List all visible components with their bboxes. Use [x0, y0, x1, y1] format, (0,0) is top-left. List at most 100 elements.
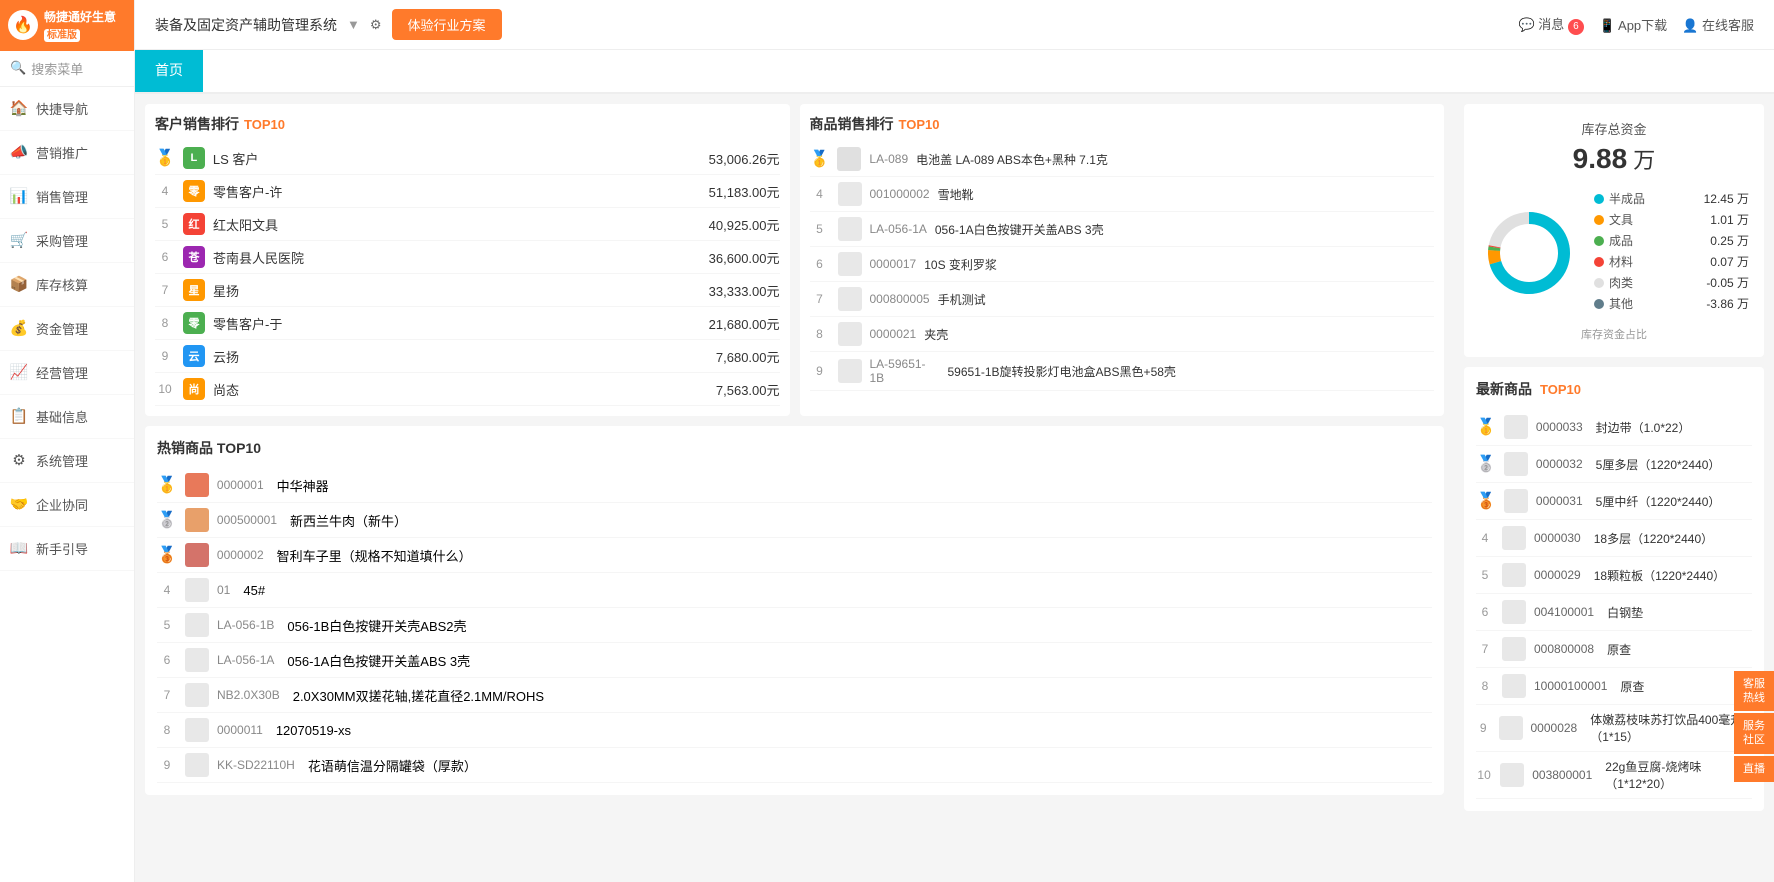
- rank-num: 6: [1476, 605, 1494, 619]
- legend-label: 其他: [1609, 295, 1701, 312]
- online-service-action[interactable]: 👤 在线客服: [1682, 15, 1754, 34]
- app-download-action[interactable]: 📱 App下载: [1599, 15, 1667, 34]
- rank-num: 10: [155, 382, 175, 396]
- sidebar-item-marketing[interactable]: 📣 营销推广: [0, 131, 134, 175]
- product-code: 000500001: [217, 513, 277, 527]
- legend-label: 成品: [1609, 232, 1705, 249]
- float-service: 客服热线 服务社区 直播: [1734, 671, 1774, 782]
- medal-icon: 🥇: [1476, 417, 1496, 437]
- customer-name: 零售客户-于: [213, 314, 701, 333]
- product-thumb: [1500, 763, 1524, 787]
- legend-item: 其他 -3.86 万: [1594, 295, 1749, 312]
- trial-button[interactable]: 体验行业方案: [392, 9, 502, 40]
- list-item: 9 0000028 体嫩荔枝味苏打饮品400毫升（1*15）: [1476, 705, 1752, 752]
- sidebar-item-finance[interactable]: 💰 资金管理: [0, 307, 134, 351]
- sidebar-item-cooperation[interactable]: 🤝 企业协同: [0, 483, 134, 527]
- legend-item: 材料 0.07 万: [1594, 253, 1749, 270]
- float-service-live[interactable]: 直播: [1734, 756, 1774, 782]
- product-thumb: [1504, 415, 1528, 439]
- product-name: 22g鱼豆腐-烧烤味（1*12*20）: [1605, 758, 1752, 792]
- list-item: 6 LA-056-1A 056-1A白色按键开关盖ABS 3壳: [157, 643, 1432, 678]
- product-name: 056-1B白色按键开关壳ABS2壳: [287, 616, 466, 635]
- product-thumb: [185, 613, 209, 637]
- chevron-down-icon[interactable]: ▼: [347, 17, 360, 32]
- sidebar-item-system[interactable]: ⚙ 系统管理: [0, 439, 134, 483]
- legend-label: 肉类: [1609, 274, 1701, 291]
- product-code: 001000002: [870, 187, 930, 201]
- products-ranking-title-text: 商品销售排行: [810, 114, 894, 134]
- list-item: 8 0000011 12070519-xs: [157, 713, 1432, 748]
- list-item: 7 000800008 原查: [1476, 631, 1752, 668]
- app-name: 畅捷通好生意: [44, 10, 126, 26]
- customer-badge: 零: [183, 180, 205, 202]
- table-row: 4 001000002 雪地靴: [810, 177, 1435, 212]
- inventory-chart-container: 半成品 12.45 万 文具 1.01 万 成品 0.25 万: [1479, 190, 1749, 316]
- customer-name: 零售客户-许: [213, 182, 701, 201]
- right-panel: 库存总资金 9.88 万: [1454, 94, 1774, 882]
- product-thumb: [1502, 563, 1526, 587]
- app-version: 标准版: [44, 29, 80, 42]
- sidebar-item-label: 资金管理: [36, 319, 88, 338]
- product-name: 手机测试: [938, 291, 1434, 308]
- tab-home[interactable]: 首页: [135, 50, 203, 92]
- sidebar-item-label: 系统管理: [36, 451, 88, 470]
- products-ranking-list: 🥇 LA-089 电池盖 LA-089 ABS本色+黑种 7.1克 4 0010…: [810, 142, 1435, 391]
- list-item: 🥇 0000001 中华神器: [157, 468, 1432, 503]
- customer-name: 红太阳文具: [213, 215, 701, 234]
- sidebar-item-base-info[interactable]: 📋 基础信息: [0, 395, 134, 439]
- legend-item: 成品 0.25 万: [1594, 232, 1749, 249]
- customer-badge: 零: [183, 312, 205, 334]
- top-header: 装备及固定资产辅助管理系统 ▼ ⚙ 体验行业方案 💬 消息 6 📱 App下载 …: [135, 0, 1774, 50]
- legend-value: 0.07 万: [1710, 253, 1749, 270]
- hot-products-panel: 热销商品 TOP10 🥇 0000001 中华神器 🥈 000500001 新西…: [145, 426, 1444, 795]
- product-code: 01: [217, 583, 230, 597]
- product-code: 000800005: [870, 292, 930, 306]
- product-name: 12070519-xs: [276, 723, 351, 738]
- search-menu[interactable]: 🔍 搜索菜单: [0, 51, 134, 87]
- list-item: 5 LA-056-1B 056-1B白色按键开关壳ABS2壳: [157, 608, 1432, 643]
- legend-dot: [1594, 278, 1604, 288]
- product-name: 5厘中纤（1220*2440）: [1596, 493, 1721, 510]
- product-code: LA-056-1B: [217, 618, 274, 632]
- table-row: 6 0000017 10S 变利罗浆: [810, 247, 1435, 282]
- customer-amount: 51,183.00元: [709, 182, 780, 201]
- product-thumb: [1499, 716, 1523, 740]
- medal-icon: 🥈: [1476, 454, 1496, 474]
- product-code: 003800001: [1532, 768, 1592, 782]
- sidebar-item-purchase[interactable]: 🛒 采购管理: [0, 219, 134, 263]
- app-download-label: App下载: [1618, 18, 1667, 33]
- medal-icon: 🥇: [155, 148, 175, 168]
- product-thumb: [185, 508, 209, 532]
- product-code: 0000001: [217, 478, 264, 492]
- gear-icon[interactable]: ⚙: [370, 17, 382, 33]
- rank-num: 4: [810, 187, 830, 201]
- float-service-community[interactable]: 服务社区: [1734, 713, 1774, 754]
- sidebar-item-label: 采购管理: [36, 231, 88, 250]
- rank-num: 7: [810, 292, 830, 306]
- rank-num: 5: [1476, 568, 1494, 582]
- product-name: 18颗粒板（1220*2440）: [1594, 567, 1725, 584]
- product-name: 智利车子里（规格不知道填什么）: [277, 546, 472, 565]
- rank-num: 9: [810, 364, 830, 378]
- sidebar-item-guide[interactable]: 📖 新手引导: [0, 527, 134, 571]
- customer-ranking-panel: 客户销售排行 TOP10 🥇 L LS 客户 53,006.26元: [145, 104, 790, 416]
- new-products-panel: 最新商品 TOP10 🥇 0000033 封边带（1.0*22） 🥈 00000…: [1464, 367, 1764, 811]
- table-row: 10 尚 尚态 7,563.00元: [155, 373, 780, 406]
- sidebar-item-operations[interactable]: 📈 经营管理: [0, 351, 134, 395]
- list-item: 🥇 0000033 封边带（1.0*22）: [1476, 409, 1752, 446]
- product-name: 056-1A白色按键开关盖ABS 3壳: [935, 221, 1434, 238]
- sidebar-item-label: 库存核算: [36, 275, 88, 294]
- sidebar-item-sales[interactable]: 📊 销售管理: [0, 175, 134, 219]
- messages-action[interactable]: 💬 消息 6: [1518, 14, 1583, 35]
- sidebar-item-home[interactable]: 🏠 快捷导航: [0, 87, 134, 131]
- product-code: 0000032: [1536, 457, 1583, 471]
- float-service-hotline[interactable]: 客服热线: [1734, 671, 1774, 712]
- rank-num: 4: [155, 184, 175, 198]
- marketing-icon: 📣: [10, 143, 28, 161]
- sidebar-item-label: 新手引导: [36, 539, 88, 558]
- product-name: 原查: [1607, 641, 1631, 658]
- table-row: 5 红 红太阳文具 40,925.00元: [155, 208, 780, 241]
- list-item: 10 003800001 22g鱼豆腐-烧烤味（1*12*20）: [1476, 752, 1752, 799]
- legend-value: -0.05 万: [1706, 274, 1749, 291]
- sidebar-item-inventory[interactable]: 📦 库存核算: [0, 263, 134, 307]
